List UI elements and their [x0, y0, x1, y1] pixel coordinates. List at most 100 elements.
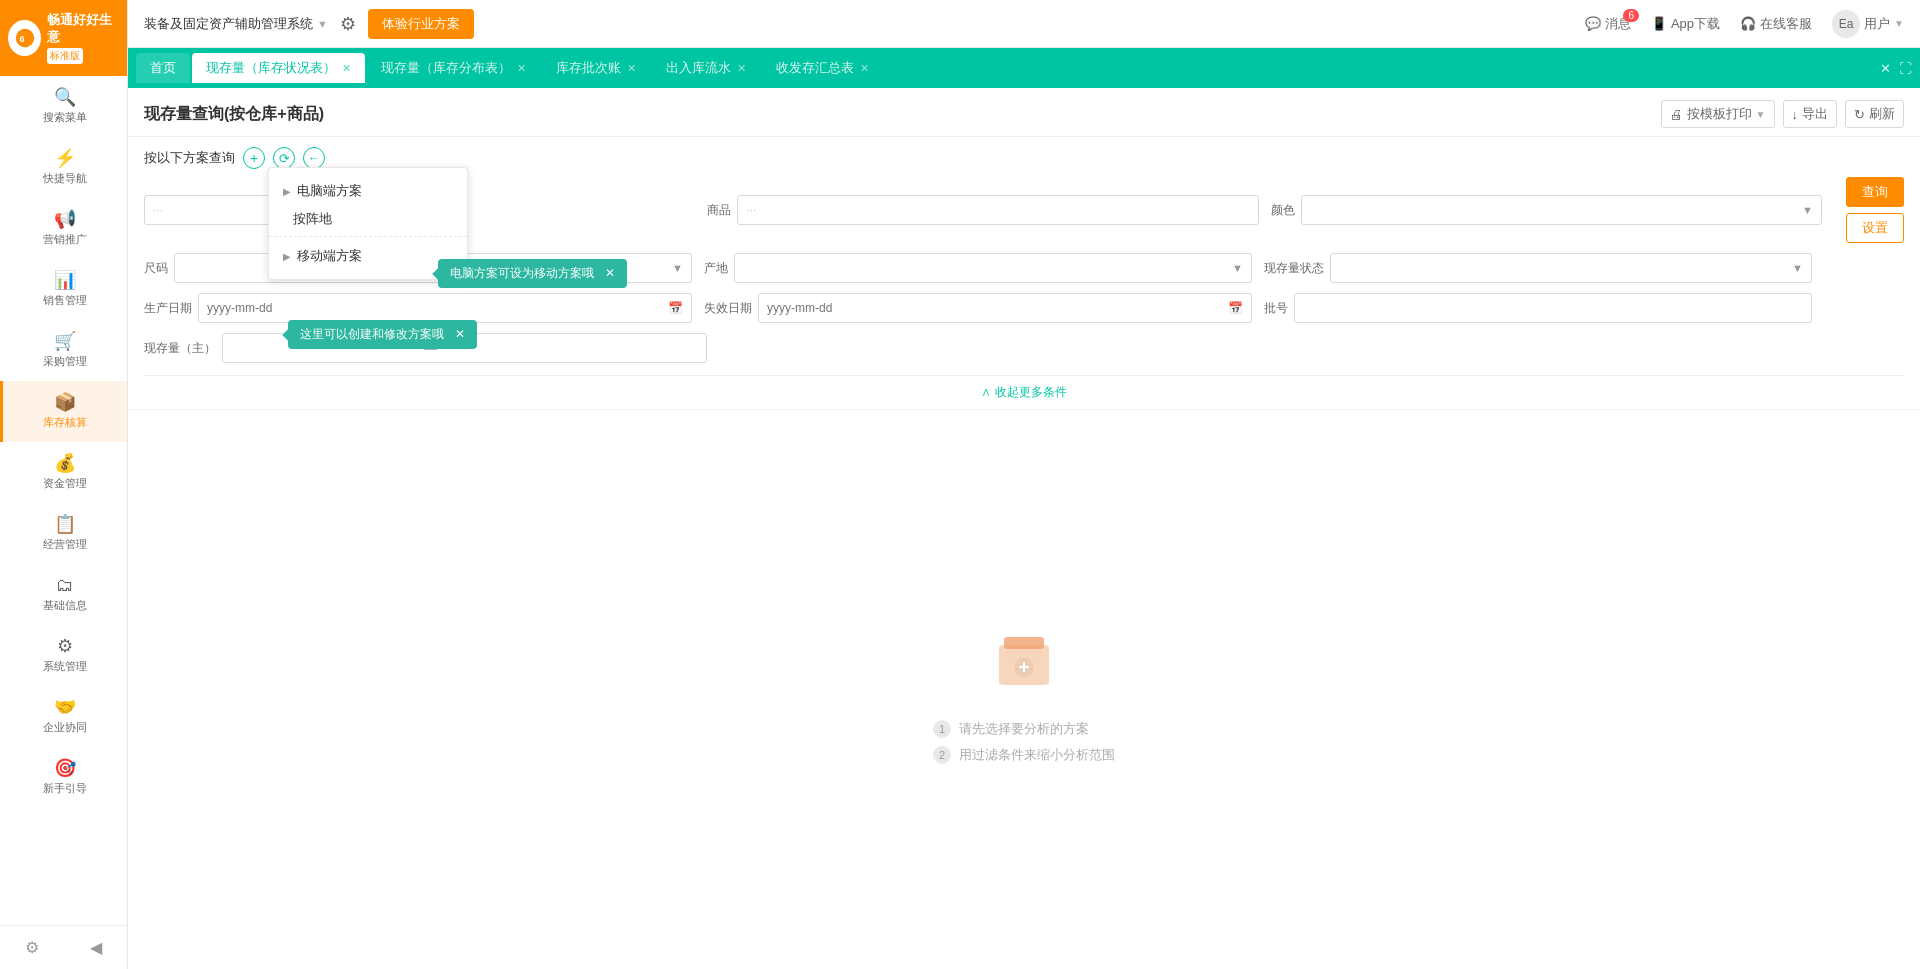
- finance-icon: 💰: [54, 454, 76, 472]
- edit-scheme-button[interactable]: ⟳: [273, 147, 295, 169]
- arrow-right-icon-mobile: ▶: [283, 251, 291, 262]
- filter-area: 按以下方案查询 + ⟳ ← ▶ 电脑端方案 按阵地 ▶ 移动端: [128, 137, 1920, 410]
- tab-home[interactable]: 首页: [136, 53, 190, 83]
- filter-field-expire-date: 失效日期 📅: [704, 293, 1252, 323]
- print-button[interactable]: 🖨 按模板打印 ▼: [1661, 100, 1775, 128]
- tab-batch[interactable]: 库存批次账 ✕: [542, 53, 650, 83]
- expand-icon[interactable]: ⛶: [1899, 61, 1912, 76]
- reset-button[interactable]: 设置: [1846, 213, 1904, 243]
- expire-date-input[interactable]: 📅: [758, 293, 1252, 323]
- tab-inout[interactable]: 出入库流水 ✕: [652, 53, 760, 83]
- sidebar-item-quicknav[interactable]: ⚡ 快捷导航: [0, 137, 127, 198]
- close-all-tabs-icon[interactable]: ✕: [1880, 61, 1891, 76]
- calendar-icon-expire[interactable]: 📅: [1228, 301, 1243, 315]
- sidebar-item-inventory[interactable]: 📦 库存核算: [0, 381, 127, 442]
- settings-icon[interactable]: ⚙: [340, 13, 356, 35]
- export-button[interactable]: ↓ 导出: [1783, 100, 1838, 128]
- prod-date-field[interactable]: [207, 301, 664, 315]
- sidebar-item-sales[interactable]: 📊 销售管理: [0, 259, 127, 320]
- filter-label: 按以下方案查询: [144, 149, 235, 167]
- empty-state: 1 请先选择要分析的方案 2 用过滤条件来缩小分析范围: [128, 410, 1920, 969]
- sidebar-item-purchase[interactable]: 🛒 采购管理: [0, 320, 127, 381]
- mobile-icon: 📱: [1651, 16, 1667, 31]
- expire-date-field[interactable]: [767, 301, 1224, 315]
- search-button[interactable]: 查询: [1846, 177, 1904, 207]
- tab-inventory-status[interactable]: 现存量（库存状况表） ✕: [192, 53, 365, 83]
- mobile-scheme-label: 移动端方案: [297, 247, 362, 265]
- filter-field-product: 商品 ···: [707, 195, 1258, 225]
- tab-collect[interactable]: 收发存汇总表 ✕: [762, 53, 883, 83]
- settings-bottom-icon[interactable]: ⚙: [25, 938, 39, 957]
- collapse-sidebar-icon[interactable]: ◀: [90, 938, 102, 957]
- stock-main-label: 现存量（主）: [144, 340, 216, 357]
- search-btn-group: 查询 设置: [1846, 177, 1904, 243]
- filter-field-origin: 产地 ▼: [704, 253, 1252, 283]
- tab-close-inventory-dist[interactable]: ✕: [517, 62, 526, 75]
- online-service-action[interactable]: 🎧 在线客服: [1740, 15, 1812, 33]
- purchase-icon: 🛒: [54, 332, 76, 350]
- sidebar-item-search[interactable]: 🔍 搜索菜单: [0, 76, 127, 137]
- header-right: 💬 消息 6 📱 App下载 🎧 在线客服 Ea 用户 ▼: [1585, 10, 1904, 38]
- tooltip1-close-button[interactable]: ✕: [605, 266, 615, 280]
- system-selector[interactable]: 装备及固定资产辅助管理系统 ▼: [144, 15, 328, 33]
- color-select[interactable]: ▼: [1301, 195, 1822, 225]
- product-select[interactable]: ···: [737, 195, 1258, 225]
- scheme-sub-item[interactable]: 按阵地: [269, 206, 467, 232]
- avatar: Ea: [1832, 10, 1860, 38]
- stock-status-select[interactable]: ▼: [1330, 253, 1812, 283]
- svg-rect-3: [1004, 637, 1044, 649]
- tab-close-inventory-status[interactable]: ✕: [342, 62, 351, 75]
- tooltip2-close-button[interactable]: ✕: [455, 327, 465, 341]
- content-header: 现存量查询(按仓库+商品) 🖨 按模板打印 ▼ ↓ 导出 ↻ 刷新: [128, 88, 1920, 137]
- tab-close-inout[interactable]: ✕: [737, 62, 746, 75]
- experience-button[interactable]: 体验行业方案: [368, 9, 474, 39]
- batch-input[interactable]: [1294, 293, 1812, 323]
- printer-icon: 🖨: [1670, 107, 1683, 122]
- refresh-button[interactable]: ↻ 刷新: [1845, 100, 1904, 128]
- origin-select[interactable]: ▼: [734, 253, 1252, 283]
- content-actions: 🖨 按模板打印 ▼ ↓ 导出 ↻ 刷新: [1661, 100, 1904, 128]
- sidebar-item-system[interactable]: ⚙ 系统管理: [0, 625, 127, 686]
- calendar-icon-prod[interactable]: 📅: [668, 301, 683, 315]
- tab-inventory-dist[interactable]: 现存量（库存分布表） ✕: [367, 53, 540, 83]
- enterprise-icon: 🤝: [54, 698, 76, 716]
- basic-icon: 🗂: [56, 576, 74, 594]
- content-area: 现存量查询(按仓库+商品) 🖨 按模板打印 ▼ ↓ 导出 ↻ 刷新: [128, 88, 1920, 969]
- logo: 6 畅通好好生意 标准版: [0, 0, 127, 76]
- tab-close-collect[interactable]: ✕: [860, 62, 869, 75]
- batch-field[interactable]: [1303, 301, 1803, 315]
- prod-date-input[interactable]: 📅: [198, 293, 692, 323]
- stock-status-label: 现存量状态: [1264, 260, 1324, 277]
- user-action[interactable]: Ea 用户 ▼: [1832, 10, 1904, 38]
- filter-row-3: 生产日期 📅 失效日期 📅 批号: [144, 293, 1904, 323]
- tab-close-batch[interactable]: ✕: [627, 62, 636, 75]
- origin-chevron: ▼: [1232, 262, 1243, 274]
- message-action[interactable]: 💬 消息 6: [1585, 15, 1631, 33]
- refresh-icon: ↻: [1854, 107, 1865, 122]
- add-scheme-button[interactable]: +: [243, 147, 265, 169]
- logo-text: 畅通好好生意 标准版: [47, 12, 119, 64]
- sidebar-item-marketing[interactable]: 📢 营销推广: [0, 198, 127, 259]
- service-icon: 🎧: [1740, 16, 1756, 31]
- scheme-item-pc[interactable]: ▶ 电脑端方案: [269, 176, 467, 206]
- left-arrow-button[interactable]: ←: [303, 147, 325, 169]
- sidebar-item-guide[interactable]: 🎯 新手引导: [0, 747, 127, 808]
- page-title: 现存量查询(按仓库+商品): [144, 104, 324, 125]
- sidebar-item-finance[interactable]: 💰 资金管理: [0, 442, 127, 503]
- sidebar-item-operation[interactable]: 📋 经营管理: [0, 503, 127, 564]
- main-area: 装备及固定资产辅助管理系统 ▼ ⚙ 体验行业方案 💬 消息 6 📱 App下载 …: [128, 0, 1920, 969]
- search-icon: 🔍: [54, 88, 76, 106]
- sidebar-item-basic[interactable]: 🗂 基础信息: [0, 564, 127, 625]
- tab-bar: 首页 现存量（库存状况表） ✕ 现存量（库存分布表） ✕ 库存批次账 ✕ 出入库…: [128, 48, 1920, 88]
- user-chevron-icon: ▼: [1894, 18, 1904, 29]
- tooltip-create-scheme: 这里可以创建和修改方案哦 ✕: [288, 320, 477, 349]
- sidebar: 6 畅通好好生意 标准版 🔍 搜索菜单 ⚡ 快捷导航 📢 营销推广 📊 销售管理…: [0, 0, 128, 969]
- app-download-action[interactable]: 📱 App下载: [1651, 15, 1720, 33]
- marketing-icon: 📢: [54, 210, 76, 228]
- system-icon: ⚙: [57, 637, 73, 655]
- sidebar-item-enterprise[interactable]: 🤝 企业协同: [0, 686, 127, 747]
- collapse-more-button[interactable]: ∧ 收起更多条件: [144, 375, 1904, 409]
- header-left: 装备及固定资产辅助管理系统 ▼ ⚙ 体验行业方案: [144, 9, 474, 39]
- tooltip-pc-scheme: 电脑方案可设为移动方案哦 ✕: [438, 259, 627, 288]
- filter-field-prod-date: 生产日期 📅: [144, 293, 692, 323]
